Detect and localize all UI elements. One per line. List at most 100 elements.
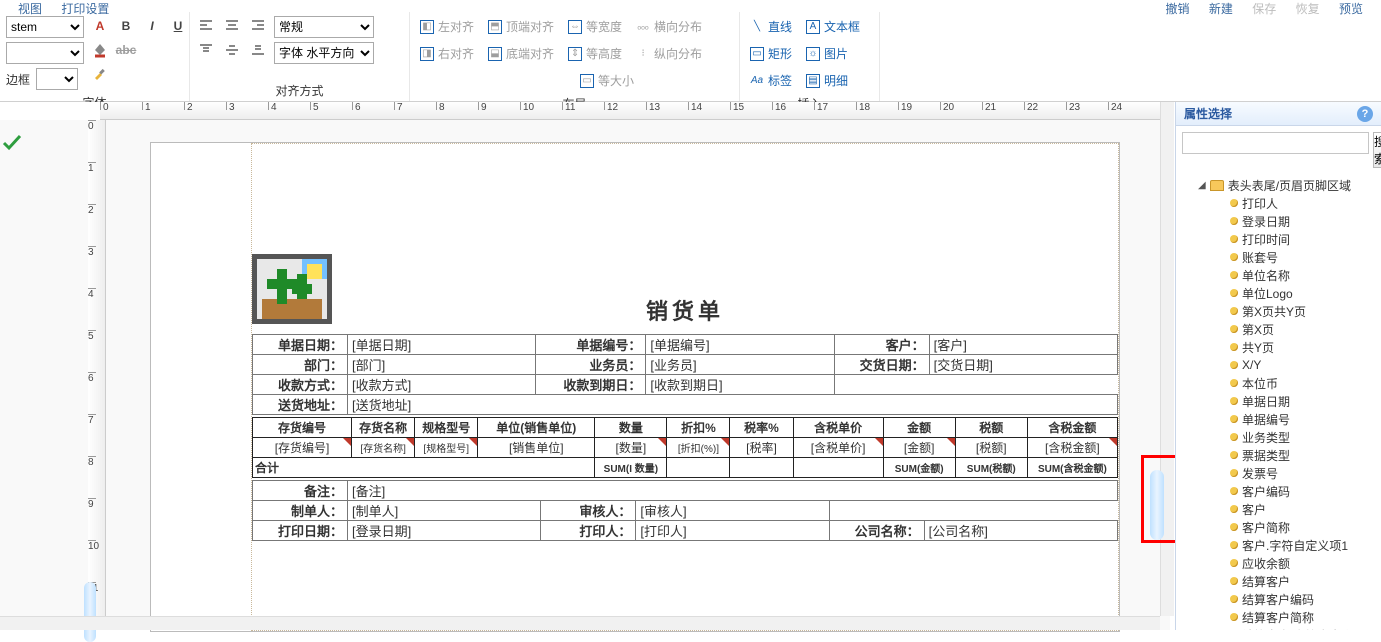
ins-line[interactable]: ╲直线 — [746, 16, 796, 37]
page[interactable]: 销货单 单据日期： [单据日期] 单据编号： [单据编号] 客户： [客户] 部… — [150, 142, 1120, 632]
val-co[interactable]: [公司名称] — [924, 521, 1117, 541]
col-2[interactable]: 规格型号 — [415, 418, 478, 438]
ins-rect[interactable]: ▭矩形 — [746, 43, 796, 64]
sum-row[interactable]: 合计 SUM(I 数量) SUM(金额) SUM(税额) SUM(含税金额) — [253, 458, 1118, 478]
cell-10[interactable]: [含税金额] — [1027, 438, 1117, 458]
search-input[interactable] — [1182, 132, 1369, 154]
tree-item-15[interactable]: 发票号 — [1230, 464, 1377, 482]
valign-top-icon[interactable] — [196, 40, 216, 60]
ins-label[interactable]: Aa标签 — [746, 70, 796, 91]
cell-0[interactable]: [存货编号] — [253, 438, 352, 458]
bold-icon[interactable]: B — [116, 16, 136, 36]
tree-item-21[interactable]: 结算客户 — [1230, 572, 1377, 590]
font-family[interactable]: stem — [6, 16, 84, 38]
tree-item-13[interactable]: 业务类型 — [1230, 428, 1377, 446]
ins-textbox[interactable]: A文本框 — [802, 16, 864, 37]
property-tree[interactable]: ◢ 表头表尾/页眉页脚区域 打印人登录日期打印时间账套号单位名称单位Logo第X… — [1176, 174, 1381, 630]
scrollbar-h[interactable] — [0, 616, 1160, 630]
ruler-handle[interactable] — [84, 582, 96, 642]
tree-item-2[interactable]: 打印时间 — [1230, 230, 1377, 248]
cell-8[interactable]: [金额] — [883, 438, 955, 458]
style-select[interactable]: 常规 — [274, 16, 374, 38]
col-10[interactable]: 含税金额 — [1027, 418, 1117, 438]
val-addr[interactable]: [送货地址] — [348, 395, 1118, 415]
tree-item-1[interactable]: 登录日期 — [1230, 212, 1377, 230]
font-size[interactable] — [6, 42, 84, 64]
tree-item-22[interactable]: 结算客户编码 — [1230, 590, 1377, 608]
col-5[interactable]: 折扣% — [667, 418, 730, 438]
col-3[interactable]: 单位(销售单位) — [478, 418, 595, 438]
fill-icon[interactable] — [90, 40, 110, 60]
cell-1[interactable]: [存货名称] — [352, 438, 415, 458]
panel-collapse-handle[interactable] — [1150, 470, 1164, 540]
col-8[interactable]: 金额 — [883, 418, 955, 438]
search-button[interactable]: 搜索 — [1373, 132, 1381, 168]
col-0[interactable]: 存货编号 — [253, 418, 352, 438]
tree-item-8[interactable]: 共Y页 — [1230, 338, 1377, 356]
tree-item-18[interactable]: 客户简称 — [1230, 518, 1377, 536]
ins-detail[interactable]: ▤明细 — [802, 70, 852, 91]
col-1[interactable]: 存货名称 — [352, 418, 415, 438]
lay-eqh[interactable]: ⇕等高度 — [564, 43, 626, 64]
lay-vdist[interactable]: ⁝纵向分布 — [632, 43, 706, 64]
align-center-icon[interactable] — [222, 16, 242, 36]
tree-item-17[interactable]: 客户 — [1230, 500, 1377, 518]
lay-right[interactable]: ◨右对齐 — [416, 43, 478, 64]
lay-top[interactable]: ⬒顶端对齐 — [484, 16, 558, 37]
tree-item-5[interactable]: 单位Logo — [1230, 284, 1377, 302]
cell-4[interactable]: [数量] — [595, 438, 667, 458]
help-icon[interactable]: ? — [1357, 106, 1373, 122]
strike-icon[interactable]: abc — [116, 40, 136, 60]
tree-item-16[interactable]: 客户编码 — [1230, 482, 1377, 500]
tree-item-20[interactable]: 应收余额 — [1230, 554, 1377, 572]
tree-item-24[interactable]: 结算客户.字符自定义项 — [1230, 626, 1377, 630]
cell-6[interactable]: [税率] — [730, 438, 793, 458]
val-paytype[interactable]: [收款方式] — [348, 375, 536, 395]
tree-item-4[interactable]: 单位名称 — [1230, 266, 1377, 284]
tree-item-6[interactable]: 第X页共Y页 — [1230, 302, 1377, 320]
val-pdate[interactable]: [登录日期] — [348, 521, 541, 541]
tree-item-3[interactable]: 账套号 — [1230, 248, 1377, 266]
val-maker[interactable]: [制单人] — [348, 501, 541, 521]
italic-icon[interactable]: I — [142, 16, 162, 36]
val-remark[interactable]: [备注] — [348, 481, 1118, 501]
tree-item-9[interactable]: X/Y — [1230, 356, 1377, 374]
cell-3[interactable]: [销售单位] — [478, 438, 595, 458]
cell-2[interactable]: [规格型号] — [415, 438, 478, 458]
underline-icon[interactable]: U — [168, 16, 188, 36]
scrollbar-v[interactable] — [1160, 102, 1174, 616]
cell-9[interactable]: [税额] — [955, 438, 1027, 458]
tree-item-0[interactable]: 打印人 — [1230, 194, 1377, 212]
hmode-select[interactable]: 字体 水平方向 — [274, 42, 374, 64]
val-audit[interactable]: [审核人] — [636, 501, 829, 521]
tree-item-14[interactable]: 票据类型 — [1230, 446, 1377, 464]
val-deliv[interactable]: [交货日期] — [929, 355, 1117, 375]
canvas[interactable]: 0123456789101112131415161718192021222324… — [0, 102, 1170, 630]
lay-hdist[interactable]: ₒₒₒ横向分布 — [632, 16, 706, 37]
cell-7[interactable]: [含税单价] — [793, 438, 883, 458]
val-billdate[interactable]: [单据日期] — [348, 335, 536, 355]
align-left-icon[interactable] — [196, 16, 216, 36]
font-color-icon[interactable]: A — [90, 16, 110, 36]
col-7[interactable]: 含税单价 — [793, 418, 883, 438]
lay-eqw[interactable]: ⇔等宽度 — [564, 16, 626, 37]
border-select[interactable] — [36, 68, 78, 90]
data-row[interactable]: [存货编号] [存货名称] [规格型号] [销售单位] [数量] [折扣(%)]… — [253, 438, 1118, 458]
tree-item-7[interactable]: 第X页 — [1230, 320, 1377, 338]
val-clerk[interactable]: [业务员] — [646, 355, 834, 375]
col-9[interactable]: 税额 — [955, 418, 1027, 438]
val-dept[interactable]: [部门] — [348, 355, 536, 375]
brush-icon[interactable] — [90, 64, 110, 84]
lay-eqsize[interactable]: ▭等大小 — [576, 70, 638, 91]
lay-left[interactable]: ◧左对齐 — [416, 16, 478, 37]
col-6[interactable]: 税率% — [730, 418, 793, 438]
lay-bottom[interactable]: ⬓底端对齐 — [484, 43, 558, 64]
tree-item-12[interactable]: 单据编号 — [1230, 410, 1377, 428]
val-billno[interactable]: [单据编号] — [646, 335, 834, 355]
valign-mid-icon[interactable] — [222, 40, 242, 60]
cell-5[interactable]: [折扣(%)] — [667, 438, 730, 458]
col-4[interactable]: 数量 — [595, 418, 667, 438]
valign-bot-icon[interactable] — [248, 40, 268, 60]
val-printer[interactable]: [打印人] — [636, 521, 829, 541]
tree-item-23[interactable]: 结算客户简称 — [1230, 608, 1377, 626]
